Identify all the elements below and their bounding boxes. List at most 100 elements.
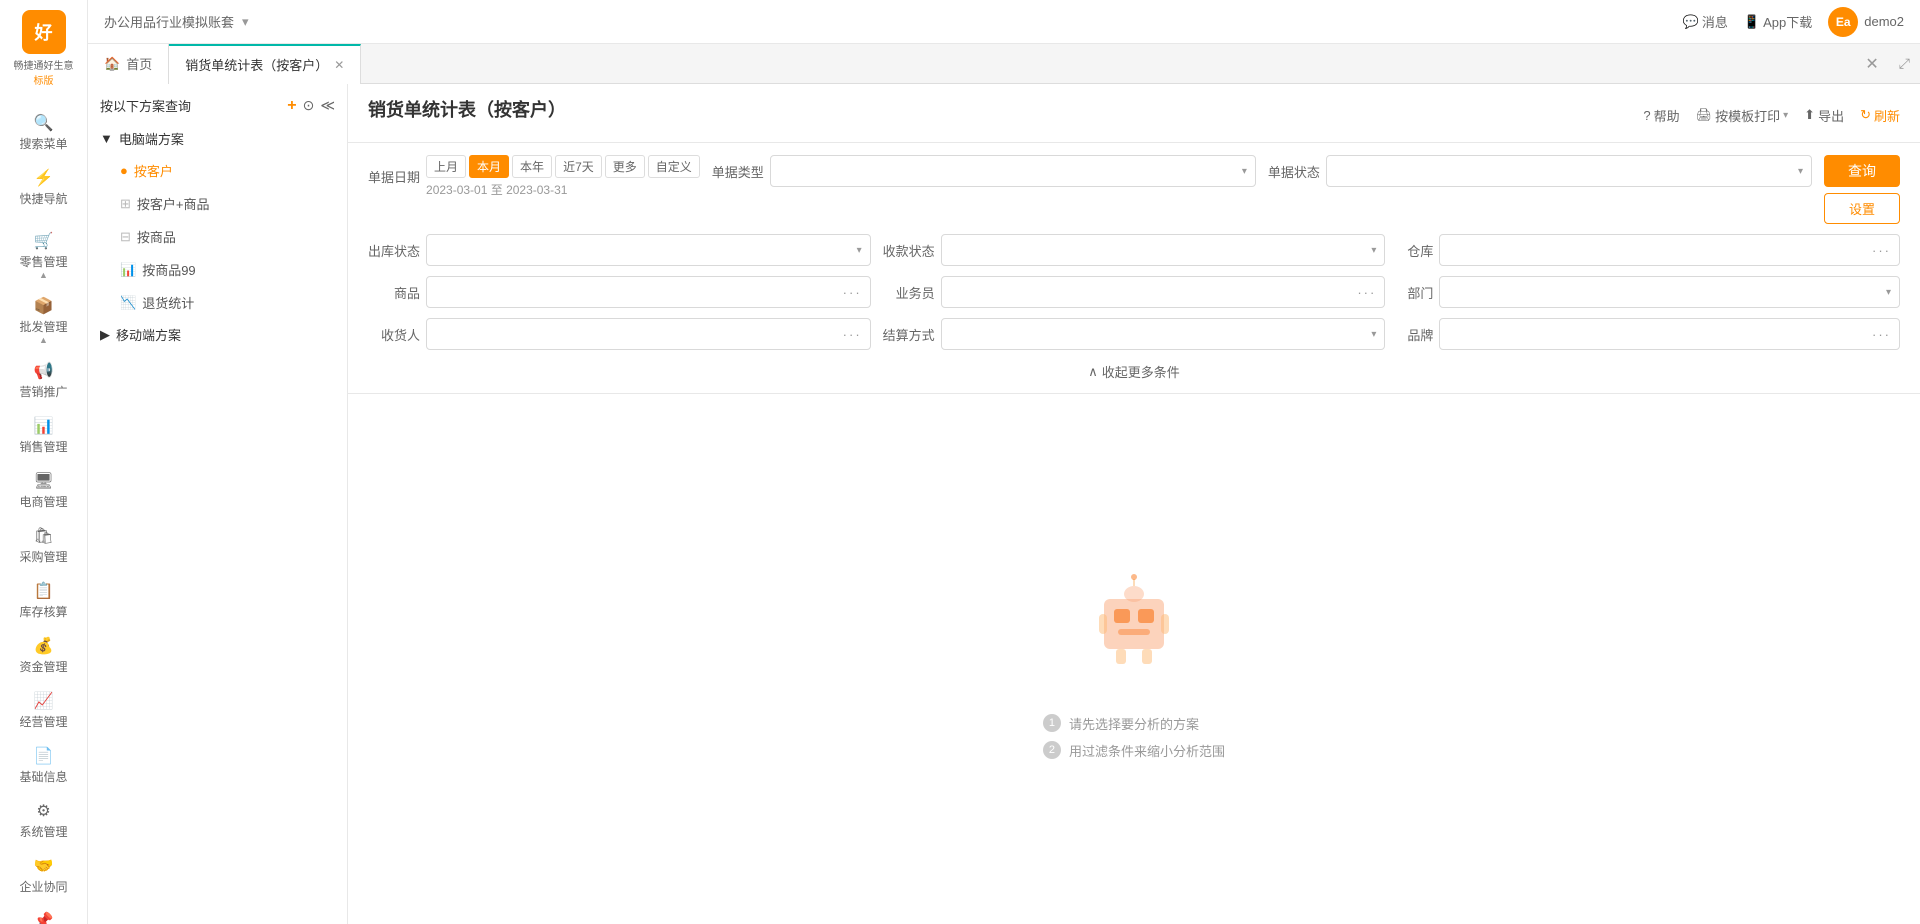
date-btn-last-month[interactable]: 上月 bbox=[426, 155, 466, 178]
mobile-scheme-label: 移动端方案 bbox=[116, 325, 181, 344]
sidebar-item-sys[interactable]: ⚙ 系统管理 bbox=[0, 793, 87, 848]
page-title: 销货单统计表（按客户） bbox=[368, 96, 566, 122]
salesperson-label: 业务员 bbox=[883, 283, 935, 302]
date-btn-more[interactable]: 更多 bbox=[605, 155, 645, 178]
recipient-field: 收货人 ··· bbox=[368, 318, 871, 350]
sidebar-item-label: 快捷导航 bbox=[19, 190, 67, 207]
sidebar-item-search-menu[interactable]: 🔍 搜索菜单 bbox=[0, 105, 87, 160]
content-area: 按以下方案查询 + ⊙ ≪ ▼ 电脑端方案 ● 按客户 bbox=[88, 84, 1920, 924]
sidebar-item-enterprise[interactable]: 🤝 企业协同 bbox=[0, 848, 87, 903]
payment-status-label: 收款状态 bbox=[883, 241, 935, 260]
scheme-by-customer[interactable]: ● 按客户 bbox=[88, 154, 347, 187]
sidebar-item-retail[interactable]: 🛒 零售管理 ▲ bbox=[0, 223, 87, 288]
sidebar-item-label: 经营管理 bbox=[19, 713, 67, 730]
scheme-by-customer-goods[interactable]: ⊞ 按客户+商品 bbox=[88, 187, 347, 220]
print-btn[interactable]: 🖨 按模板打印 ▾ bbox=[1696, 106, 1789, 125]
return-stat-label: 退货统计 bbox=[142, 293, 194, 312]
date-btn-last7[interactable]: 近7天 bbox=[555, 155, 602, 178]
empty-state: 1 请先选择要分析的方案 2 用过滤条件来缩小分析范围 bbox=[348, 394, 1920, 924]
sidebar-item-guide[interactable]: 📌 新手引导 bbox=[0, 903, 87, 924]
desktop-scheme-label: 电脑端方案 bbox=[119, 129, 184, 148]
salesperson-input[interactable]: ··· bbox=[941, 276, 1386, 308]
industry-dropdown-icon[interactable]: ▾ bbox=[242, 14, 249, 30]
bill-status-label: 单据状态 bbox=[1268, 162, 1320, 181]
tab-sales-stat[interactable]: 销货单统计表（按客户） ✕ bbox=[169, 44, 361, 84]
tab-home[interactable]: 🏠 首页 bbox=[88, 44, 169, 84]
department-input[interactable]: ▾ bbox=[1439, 276, 1900, 308]
date-btn-custom[interactable]: 自定义 bbox=[648, 155, 700, 178]
sidebar-item-wholesale[interactable]: 📦 批发管理 ▲ bbox=[0, 288, 87, 353]
refresh-icon: ↻ bbox=[1860, 107, 1871, 123]
date-range: 2023-03-01 至 2023-03-31 bbox=[426, 181, 700, 198]
collapse-label: 收起更多条件 bbox=[1102, 362, 1180, 381]
brand-label: 品牌 bbox=[1397, 325, 1433, 344]
desktop-scheme-group-header[interactable]: ▼ 电脑端方案 bbox=[88, 123, 347, 154]
export-btn[interactable]: ⬆ 导出 bbox=[1804, 106, 1844, 125]
tab-close-btn[interactable]: ✕ bbox=[334, 58, 344, 72]
collapse-btn[interactable]: ∧ 收起更多条件 bbox=[1088, 362, 1180, 381]
collapse-icon: ∧ bbox=[1088, 364, 1098, 380]
empty-step1-text: 请先选择要分析的方案 bbox=[1069, 714, 1199, 733]
recipient-input[interactable]: ··· bbox=[426, 318, 871, 350]
app-download-btn[interactable]: 📱 App下载 bbox=[1744, 12, 1812, 31]
sidebar-item-label: 电商管理 bbox=[19, 493, 67, 510]
logo-text: 畅捷通好生意标版 bbox=[14, 57, 74, 87]
sidebar-item-basic[interactable]: 📄 基础信息 bbox=[0, 738, 87, 793]
sidebar-item-sales[interactable]: 📊 销售管理 bbox=[0, 408, 87, 463]
print-label: 按模板打印 bbox=[1715, 106, 1780, 125]
filter-panel-title: 按以下方案查询 bbox=[100, 96, 191, 115]
refresh-btn[interactable]: ↻ 刷新 bbox=[1860, 106, 1900, 125]
brand-dots: ··· bbox=[1872, 327, 1891, 342]
bill-status-input[interactable]: ▾ bbox=[1326, 155, 1812, 187]
edit-scheme-btn[interactable]: ⊙ bbox=[303, 97, 315, 115]
app-download-label: App下载 bbox=[1763, 12, 1812, 31]
warehouse-label: 仓库 bbox=[1397, 241, 1433, 260]
setting-button[interactable]: 设置 bbox=[1824, 193, 1900, 224]
wholesale-icon: 📦 bbox=[34, 296, 54, 316]
date-btn-this-year[interactable]: 本年 bbox=[512, 155, 552, 178]
out-status-label: 出库状态 bbox=[368, 241, 420, 260]
warehouse-input[interactable]: ··· bbox=[1439, 234, 1900, 266]
sidebar-item-marketing[interactable]: 📢 营销推广 bbox=[0, 353, 87, 408]
sidebar-item-label: 系统管理 bbox=[19, 823, 67, 840]
filter-panel-actions: + ⊙ ≪ bbox=[287, 97, 335, 115]
sidebar-item-inventory[interactable]: 📋 库存核算 bbox=[0, 573, 87, 628]
scheme-by-goods[interactable]: ⊟ 按商品 bbox=[88, 220, 347, 253]
sidebar-item-ops[interactable]: 📈 经营管理 bbox=[0, 683, 87, 738]
finance-icon: 💰 bbox=[34, 636, 54, 656]
message-btn[interactable]: 💬 消息 bbox=[1683, 12, 1728, 31]
help-btn[interactable]: ? 帮助 bbox=[1643, 106, 1679, 125]
page-header: 销货单统计表（按客户） ? 帮助 🖨 按模板打印 ▾ ⬆ 导出 bbox=[348, 84, 1920, 143]
filter-panel: 按以下方案查询 + ⊙ ≪ ▼ 电脑端方案 ● 按客户 bbox=[88, 84, 348, 924]
out-status-input[interactable]: ▾ bbox=[426, 234, 871, 266]
message-label: 消息 bbox=[1702, 12, 1728, 31]
scheme-by-goods-99[interactable]: 📊 按商品99 bbox=[88, 253, 347, 286]
sidebar-item-quick-nav[interactable]: ⚡ 快捷导航 bbox=[0, 160, 87, 215]
scheme-return-stat[interactable]: 📉 退货统计 bbox=[88, 286, 347, 319]
close-window-btn[interactable]: ✕ bbox=[1855, 54, 1888, 74]
mobile-scheme-group-header[interactable]: ▶ 移动端方案 bbox=[88, 319, 347, 350]
export-label: 导出 bbox=[1818, 106, 1844, 125]
add-scheme-btn[interactable]: + bbox=[287, 97, 296, 115]
query-button[interactable]: 查询 bbox=[1824, 155, 1900, 187]
user-info[interactable]: Ea demo2 bbox=[1828, 7, 1904, 37]
goods-input[interactable]: ··· bbox=[426, 276, 871, 308]
maximize-btn[interactable]: ⤢ bbox=[1889, 55, 1920, 72]
sidebar-item-finance[interactable]: 💰 资金管理 bbox=[0, 628, 87, 683]
department-field: 部门 ▾ bbox=[1397, 276, 1900, 308]
search-form: 单据日期 上月 本月 本年 近7天 更多 自定义 2023-03-01 至 20… bbox=[348, 143, 1920, 394]
payment-status-input[interactable]: ▾ bbox=[941, 234, 1386, 266]
date-btn-this-month[interactable]: 本月 bbox=[469, 155, 509, 178]
user-name: demo2 bbox=[1864, 14, 1904, 29]
message-icon: 💬 bbox=[1683, 14, 1699, 30]
collapse-panel-btn[interactable]: ≪ bbox=[320, 97, 335, 115]
sidebar-item-purchase[interactable]: 🛍 采购管理 bbox=[0, 518, 87, 573]
payment-method-input[interactable]: ▾ bbox=[941, 318, 1386, 350]
print-icon: 🖨 bbox=[1696, 107, 1713, 123]
date-quick-btns: 上月 本月 本年 近7天 更多 自定义 bbox=[426, 155, 700, 178]
sidebar-item-ecommerce[interactable]: 🖥 电商管理 bbox=[0, 463, 87, 518]
goods-label: 商品 bbox=[368, 283, 420, 302]
brand-input[interactable]: ··· bbox=[1439, 318, 1900, 350]
topbar-right: 💬 消息 📱 App下载 Ea demo2 bbox=[1683, 7, 1904, 37]
bill-type-input[interactable]: ▾ bbox=[770, 155, 1256, 187]
